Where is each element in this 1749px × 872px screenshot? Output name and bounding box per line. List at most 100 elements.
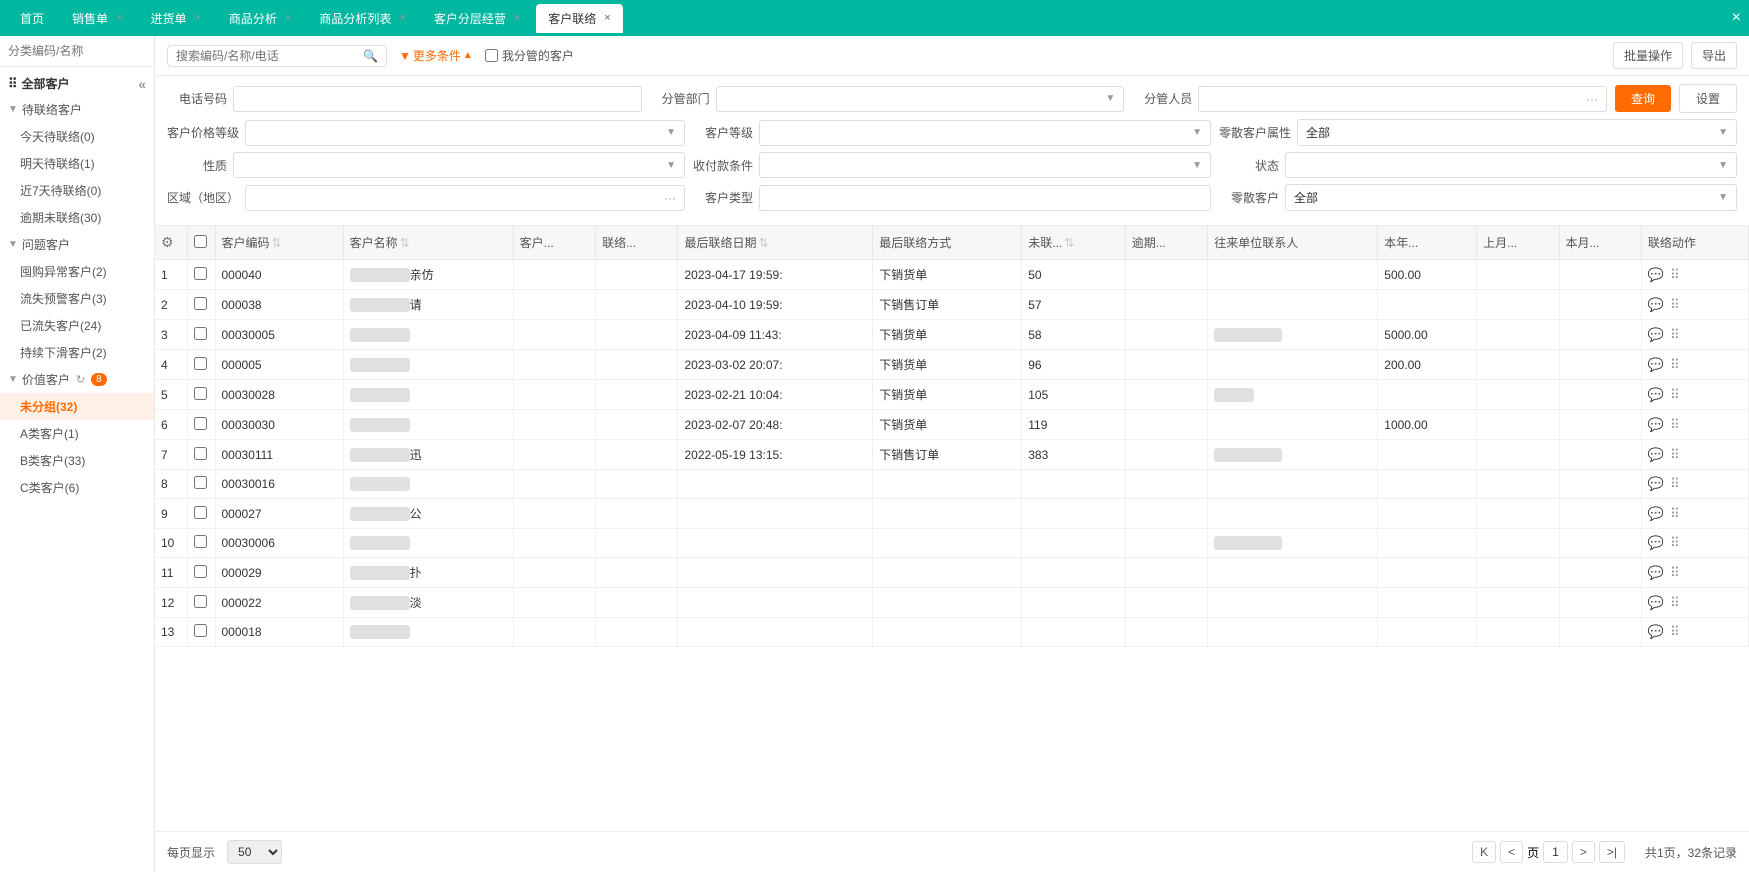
price-level-select[interactable]: ▼ bbox=[245, 120, 685, 146]
sidebar-item-churn-warning[interactable]: 流失预警客户(3) bbox=[0, 285, 154, 312]
contact-method-link[interactable]: 下销售订单 bbox=[879, 448, 939, 462]
payment-select[interactable]: ▼ bbox=[759, 152, 1211, 178]
sidebar-search-input[interactable] bbox=[8, 44, 155, 58]
retail-customer-select[interactable]: 全部 ▼ bbox=[1285, 184, 1737, 211]
region-dots[interactable]: ··· bbox=[664, 191, 676, 205]
contact-method-link[interactable]: 下销售订单 bbox=[879, 298, 939, 312]
row-checkbox[interactable] bbox=[194, 417, 207, 430]
prev-page-button[interactable]: < bbox=[1500, 841, 1523, 863]
contact-phone-icon[interactable]: 💬 bbox=[1648, 595, 1664, 611]
my-customers-checkbox[interactable] bbox=[485, 49, 498, 62]
search-input[interactable] bbox=[176, 49, 359, 63]
contact-phone-icon[interactable]: 💬 bbox=[1648, 417, 1664, 433]
first-page-button[interactable]: K bbox=[1472, 841, 1496, 863]
row-checkbox[interactable] bbox=[194, 595, 207, 608]
customer-level-select[interactable]: ▼ bbox=[759, 120, 1211, 146]
contact-phone-icon[interactable]: 💬 bbox=[1648, 447, 1664, 463]
row-checkbox[interactable] bbox=[194, 506, 207, 519]
settings-icon[interactable]: ⚙ bbox=[161, 234, 174, 250]
page-size-select[interactable]: 50 20 100 bbox=[227, 840, 282, 864]
status-select[interactable]: ▼ bbox=[1285, 152, 1737, 178]
retail-attr-select[interactable]: 全部 ▼ bbox=[1297, 119, 1737, 146]
nav-goods-analysis[interactable]: 商品分析 × bbox=[217, 4, 303, 33]
region-select[interactable]: ··· bbox=[245, 185, 685, 211]
last-page-button[interactable]: >| bbox=[1599, 841, 1625, 863]
select-all-checkbox[interactable] bbox=[194, 235, 207, 248]
row-checkbox[interactable] bbox=[194, 297, 207, 310]
contact-phone-icon[interactable]: 💬 bbox=[1648, 387, 1664, 403]
close-goods-analysis-icon[interactable]: × bbox=[285, 12, 291, 24]
contact-grid-icon[interactable]: ⠿ bbox=[1670, 624, 1680, 640]
contact-grid-icon[interactable]: ⠿ bbox=[1670, 565, 1680, 581]
nav-sales[interactable]: 销售单 × bbox=[60, 4, 134, 33]
manager-select[interactable]: ··· bbox=[1198, 86, 1607, 112]
close-sales-icon[interactable]: × bbox=[116, 12, 122, 24]
sidebar-item-abnormal[interactable]: 囤购异常客户(2) bbox=[0, 258, 154, 285]
nav-purchase[interactable]: 进货单 × bbox=[138, 4, 212, 33]
sidebar-item-churned[interactable]: 已流失客户(24) bbox=[0, 312, 154, 339]
contact-method-link[interactable]: 下销货单 bbox=[879, 328, 927, 342]
close-goods-list-icon[interactable]: × bbox=[399, 12, 405, 24]
sidebar-collapse-icon[interactable]: « bbox=[138, 76, 146, 92]
dept-select[interactable]: ▼ bbox=[716, 86, 1125, 112]
sidebar-item-week-pending[interactable]: 近7天待联络(0) bbox=[0, 177, 154, 204]
nav-customer-segment[interactable]: 客户分层经营 × bbox=[422, 4, 532, 33]
row-checkbox[interactable] bbox=[194, 624, 207, 637]
contact-method-link[interactable]: 下销货单 bbox=[879, 358, 927, 372]
nav-home[interactable]: 首页 bbox=[8, 4, 56, 33]
sidebar-value-group[interactable]: ▼ 价值客户 ↻ 8 bbox=[0, 366, 154, 393]
nav-goods-list[interactable]: 商品分析列表 × bbox=[307, 4, 417, 33]
sidebar-item-class-b[interactable]: B类客户(33) bbox=[0, 447, 154, 474]
sidebar-pending-group[interactable]: ▼ 待联络客户 bbox=[0, 96, 154, 123]
more-filters-btn[interactable]: ▼ 更多条件 ▲ bbox=[399, 47, 473, 64]
sidebar-item-unclassified[interactable]: 未分组(32) bbox=[0, 393, 154, 420]
close-customer-segment-icon[interactable]: × bbox=[514, 12, 520, 24]
row-checkbox[interactable] bbox=[194, 387, 207, 400]
sidebar-item-tomorrow-pending[interactable]: 明天待联络(1) bbox=[0, 150, 154, 177]
contact-phone-icon[interactable]: 💬 bbox=[1648, 267, 1664, 283]
contact-grid-icon[interactable]: ⠿ bbox=[1670, 297, 1680, 313]
search-icon[interactable]: 🔍 bbox=[363, 49, 378, 63]
contact-method-link[interactable]: 下销货单 bbox=[879, 268, 927, 282]
contact-grid-icon[interactable]: ⠿ bbox=[1670, 267, 1680, 283]
close-purchase-icon[interactable]: × bbox=[194, 12, 200, 24]
customer-type-select[interactable] bbox=[759, 185, 1211, 211]
contact-phone-icon[interactable]: 💬 bbox=[1648, 565, 1664, 581]
my-customers-filter[interactable]: 我分管的客户 bbox=[485, 47, 574, 64]
sidebar-all-customers[interactable]: ⠿ 全部客户 « bbox=[0, 67, 154, 96]
nav-customer-contact[interactable]: 客户联络 × bbox=[536, 4, 622, 33]
contact-grid-icon[interactable]: ⠿ bbox=[1670, 535, 1680, 551]
contact-grid-icon[interactable]: ⠿ bbox=[1670, 595, 1680, 611]
contact-phone-icon[interactable]: 💬 bbox=[1648, 535, 1664, 551]
sidebar-item-today-pending[interactable]: 今天待联络(0) bbox=[0, 123, 154, 150]
contact-phone-icon[interactable]: 💬 bbox=[1648, 297, 1664, 313]
contact-grid-icon[interactable]: ⠿ bbox=[1670, 506, 1680, 522]
batch-operation-button[interactable]: 批量操作 bbox=[1613, 42, 1683, 69]
contact-method-link[interactable]: 下销货单 bbox=[879, 418, 927, 432]
nature-select[interactable]: ▼ bbox=[233, 152, 685, 178]
contact-grid-icon[interactable]: ⠿ bbox=[1670, 447, 1680, 463]
contact-phone-icon[interactable]: 💬 bbox=[1648, 327, 1664, 343]
contact-phone-icon[interactable]: 💬 bbox=[1648, 624, 1664, 640]
sidebar-item-overdue-pending[interactable]: 逾期未联络(30) bbox=[0, 204, 154, 231]
sidebar-item-declining[interactable]: 持续下滑客户(2) bbox=[0, 339, 154, 366]
manager-dots[interactable]: ··· bbox=[1586, 92, 1598, 106]
contact-grid-icon[interactable]: ⠿ bbox=[1670, 327, 1680, 343]
row-checkbox[interactable] bbox=[194, 535, 207, 548]
row-checkbox[interactable] bbox=[194, 267, 207, 280]
query-button[interactable]: 查询 bbox=[1615, 85, 1671, 112]
contact-grid-icon[interactable]: ⠿ bbox=[1670, 357, 1680, 373]
contact-method-link[interactable]: 下销货单 bbox=[879, 388, 927, 402]
next-page-button[interactable]: > bbox=[1572, 841, 1595, 863]
row-checkbox[interactable] bbox=[194, 476, 207, 489]
row-checkbox[interactable] bbox=[194, 327, 207, 340]
contact-grid-icon[interactable]: ⠿ bbox=[1670, 476, 1680, 492]
sidebar-problem-group[interactable]: ▼ 问题客户 bbox=[0, 231, 154, 258]
contact-phone-icon[interactable]: 💬 bbox=[1648, 357, 1664, 373]
contact-grid-icon[interactable]: ⠿ bbox=[1670, 387, 1680, 403]
window-close-button[interactable]: × bbox=[1732, 9, 1741, 27]
contact-phone-icon[interactable]: 💬 bbox=[1648, 506, 1664, 522]
contact-phone-icon[interactable]: 💬 bbox=[1648, 476, 1664, 492]
export-button[interactable]: 导出 bbox=[1691, 42, 1737, 69]
reset-button[interactable]: 设置 bbox=[1679, 84, 1737, 113]
